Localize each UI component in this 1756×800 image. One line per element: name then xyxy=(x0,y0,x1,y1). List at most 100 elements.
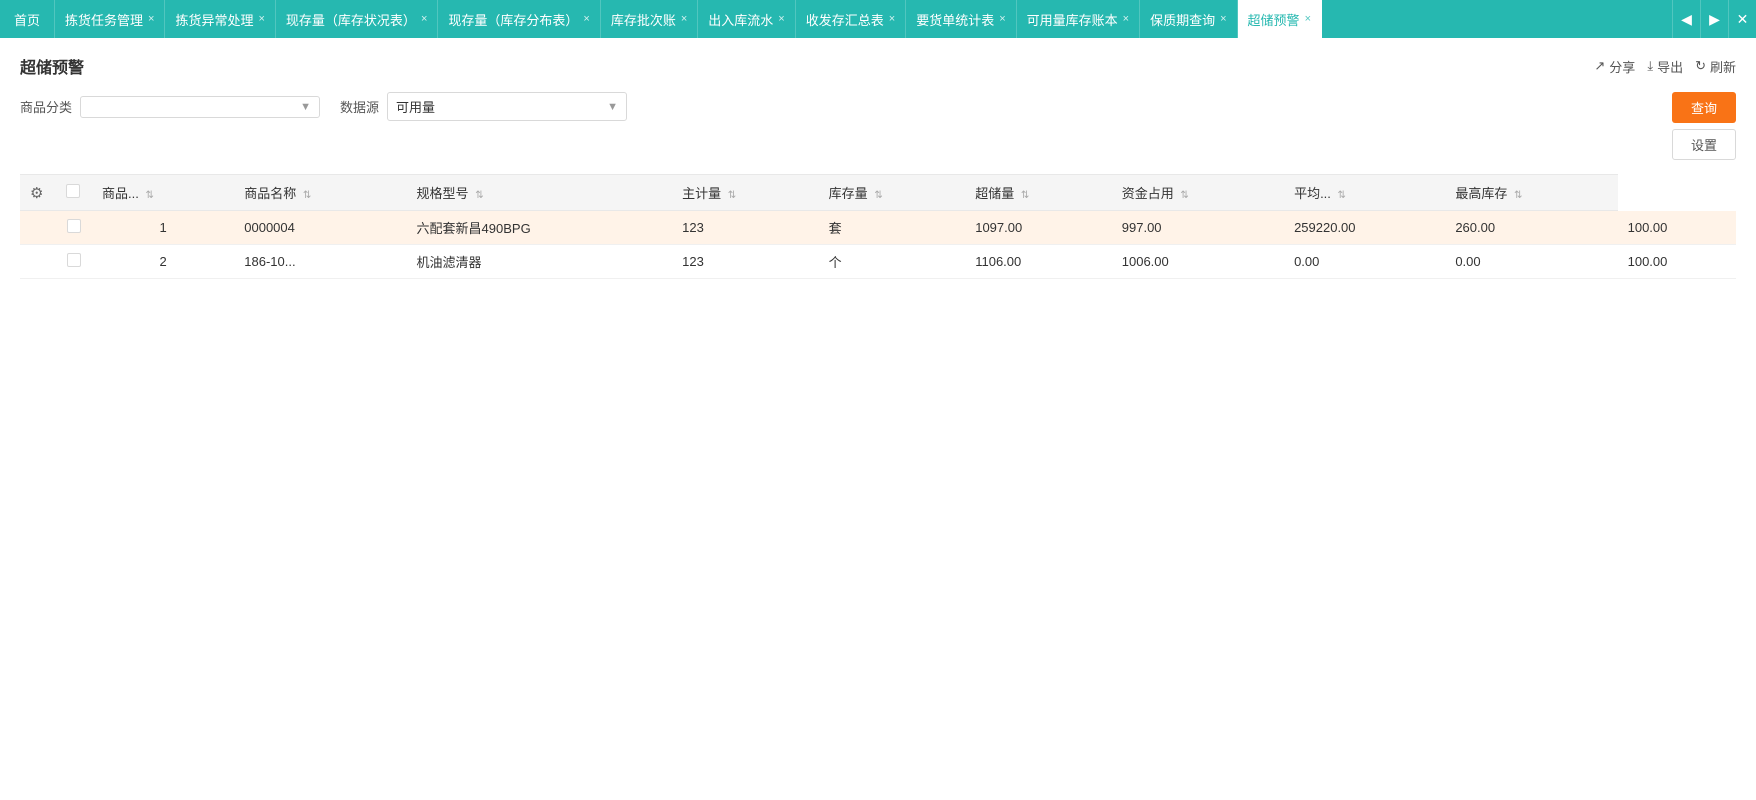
refresh-label: 刷新 xyxy=(1710,57,1736,76)
category-select[interactable]: ▼ xyxy=(80,96,320,118)
nav-tab-close-tab-5[interactable]: × xyxy=(681,13,687,25)
col-header-stock: 库存量 ⇅ xyxy=(819,175,966,211)
nav-tab-tab-11[interactable]: 超储预警 × xyxy=(1238,0,1322,38)
row-code-1: 186-10... xyxy=(234,245,406,279)
row-stock-1: 1106.00 xyxy=(965,245,1112,279)
col-stock-sort-icon[interactable]: ⇅ xyxy=(874,190,882,201)
export-label: 导出 xyxy=(1657,57,1683,76)
col-header-checkbox xyxy=(56,175,92,211)
col-header-stock-label: 库存量 xyxy=(829,186,868,201)
col-header-spec-label: 规格型号 xyxy=(417,186,469,201)
row-over-1: 1006.00 xyxy=(1112,245,1284,279)
nav-tab-close-tab-2[interactable]: × xyxy=(258,13,264,25)
col-header-capital: 资金占用 ⇅ xyxy=(1112,175,1284,211)
nav-tab-label: 拣货任务管理 xyxy=(65,10,143,29)
row-avg-1: 0.00 xyxy=(1445,245,1617,279)
nav-tab-label: 可用量库存账本 xyxy=(1027,10,1118,29)
datasource-dropdown-icon: ▼ xyxy=(607,101,618,113)
nav-tab-label: 库存批次账 xyxy=(611,10,676,29)
select-all-checkbox[interactable] xyxy=(66,184,80,198)
row-name-0: 六配套新昌490BPG xyxy=(407,211,673,245)
nav-tab-close-tab-10[interactable]: × xyxy=(1220,13,1226,25)
query-button[interactable]: 查询 xyxy=(1672,92,1736,123)
row-unit-1: 个 xyxy=(819,245,966,279)
nav-tab-tab-7[interactable]: 收发存汇总表 × xyxy=(796,0,906,38)
row-stock-0: 1097.00 xyxy=(965,211,1112,245)
col-header-avg: 平均... ⇅ xyxy=(1284,175,1445,211)
export-icon: ⤓ xyxy=(1647,58,1653,74)
row-capital-0: 259220.00 xyxy=(1284,211,1445,245)
datasource-value: 可用量 xyxy=(396,97,435,116)
filter-row-1: 商品分类 ▼ 数据源 可用量 ▼ xyxy=(20,92,1656,121)
header-actions: ↗ 分享 ⤓ 导出 ↻ 刷新 xyxy=(1594,57,1736,76)
nav-tab-label: 现存量（库存状况表） xyxy=(286,10,416,29)
col-header-name-label: 商品名称 xyxy=(244,186,296,201)
nav-tab-close-tab-6[interactable]: × xyxy=(778,13,784,25)
col-header-settings: ⚙ xyxy=(20,175,56,211)
nav-close-arrow[interactable]: ✕ xyxy=(1728,0,1756,38)
share-label: 分享 xyxy=(1609,57,1635,76)
nav-tab-label: 保质期查询 xyxy=(1150,10,1215,29)
nav-tab-tab-3[interactable]: 现存量（库存状况表） × xyxy=(276,0,438,38)
nav-tab-tab-2[interactable]: 拣货异常处理× xyxy=(165,0,275,38)
table-row: 2 186-10... 机油滤清器 123 个 1106.00 1006.00 … xyxy=(20,245,1736,279)
col-header-over: 超储量 ⇅ xyxy=(965,175,1112,211)
share-icon: ↗ xyxy=(1594,58,1605,74)
category-dropdown-icon: ▼ xyxy=(300,101,311,113)
query-buttons: 查询 设置 xyxy=(1672,92,1736,160)
page-container: 超储预警 ↗ 分享 ⤓ 导出 ↻ 刷新 商品分类 xyxy=(0,38,1756,800)
nav-tab-close-tab-11[interactable]: × xyxy=(1305,13,1311,25)
nav-tab-tab-9[interactable]: 可用量库存账本 × xyxy=(1017,0,1140,38)
nav-tabs: 拣货任务管理×拣货异常处理×现存量（库存状况表）×现存量（库存分布表）×库存批次… xyxy=(55,0,1672,38)
table-header-row: ⚙ 商品... ⇅ 商品名称 ⇅ 规格型号 ⇅ 主计量 xyxy=(20,175,1736,211)
refresh-button[interactable]: ↻ 刷新 xyxy=(1695,57,1736,76)
nav-tab-tab-1[interactable]: 拣货任务管理 × xyxy=(55,0,165,38)
row-avg-0: 260.00 xyxy=(1445,211,1617,245)
col-name-sort-icon[interactable]: ⇅ xyxy=(303,190,311,201)
nav-tab-tab-8[interactable]: 要货单统计表× xyxy=(906,0,1016,38)
col-header-avg-label: 平均... xyxy=(1294,186,1331,201)
table-header: ⚙ 商品... ⇅ 商品名称 ⇅ 规格型号 ⇅ 主计量 xyxy=(20,175,1736,211)
nav-tab-tab-6[interactable]: 出入库流水× xyxy=(698,0,795,38)
refresh-icon: ↻ xyxy=(1695,58,1706,74)
row-unit-0: 套 xyxy=(819,211,966,245)
nav-prev-arrow[interactable]: ◀ xyxy=(1672,0,1700,38)
category-label: 商品分类 xyxy=(20,97,72,116)
nav-tab-close-tab-8[interactable]: × xyxy=(999,13,1005,25)
nav-next-arrow[interactable]: ▶ xyxy=(1700,0,1728,38)
col-unit-sort-icon[interactable]: ⇅ xyxy=(728,190,736,201)
share-button[interactable]: ↗ 分享 xyxy=(1594,57,1635,76)
nav-tab-label: 现存量（库存分布表） xyxy=(448,10,578,29)
nav-tab-close-tab-9[interactable]: × xyxy=(1123,13,1129,25)
table-row: 1 0000004 六配套新昌490BPG 123 套 1097.00 997.… xyxy=(20,211,1736,245)
datasource-select[interactable]: 可用量 ▼ xyxy=(387,92,627,121)
row-checkbox-0[interactable] xyxy=(67,219,81,233)
col-spec-sort-icon[interactable]: ⇅ xyxy=(475,190,483,201)
nav-tab-tab-5[interactable]: 库存批次账 × xyxy=(601,0,698,38)
export-button[interactable]: ⤓ 导出 xyxy=(1647,57,1683,76)
row-checkbox-1[interactable] xyxy=(67,253,81,267)
row-code-0: 0000004 xyxy=(234,211,406,245)
col-header-code-label: 商品... xyxy=(102,186,139,201)
nav-home[interactable]: 首页 xyxy=(0,0,55,38)
col-avg-sort-icon[interactable]: ⇅ xyxy=(1338,190,1346,201)
filter-area: 商品分类 ▼ 数据源 可用量 ▼ 查询 设置 xyxy=(20,92,1736,160)
col-header-unit-label: 主计量 xyxy=(682,186,721,201)
nav-tab-tab-10[interactable]: 保质期查询 × xyxy=(1140,0,1237,38)
col-capital-sort-icon[interactable]: ⇅ xyxy=(1180,190,1188,201)
page-title: 超储预警 xyxy=(20,54,84,78)
settings-button[interactable]: 设置 xyxy=(1672,129,1736,160)
nav-tab-close-tab-4[interactable]: × xyxy=(583,13,589,25)
col-header-spec: 规格型号 ⇅ xyxy=(407,175,673,211)
nav-tab-close-tab-7[interactable]: × xyxy=(889,13,895,25)
nav-tab-close-tab-3[interactable]: × xyxy=(421,13,427,25)
nav-tab-tab-4[interactable]: 现存量（库存分布表） × xyxy=(438,0,600,38)
nav-tab-close-tab-1[interactable]: × xyxy=(148,13,154,25)
datasource-filter-group: 数据源 可用量 ▼ xyxy=(340,92,627,121)
col-maxstock-sort-icon[interactable]: ⇅ xyxy=(1514,190,1522,201)
col-over-sort-icon[interactable]: ⇅ xyxy=(1021,190,1029,201)
nav-tab-label: 超储预警 xyxy=(1248,10,1300,29)
nav-tab-label: 收发存汇总表 xyxy=(806,10,884,29)
col-code-sort-icon[interactable]: ⇅ xyxy=(145,190,153,201)
gear-icon[interactable]: ⚙ xyxy=(30,185,43,202)
